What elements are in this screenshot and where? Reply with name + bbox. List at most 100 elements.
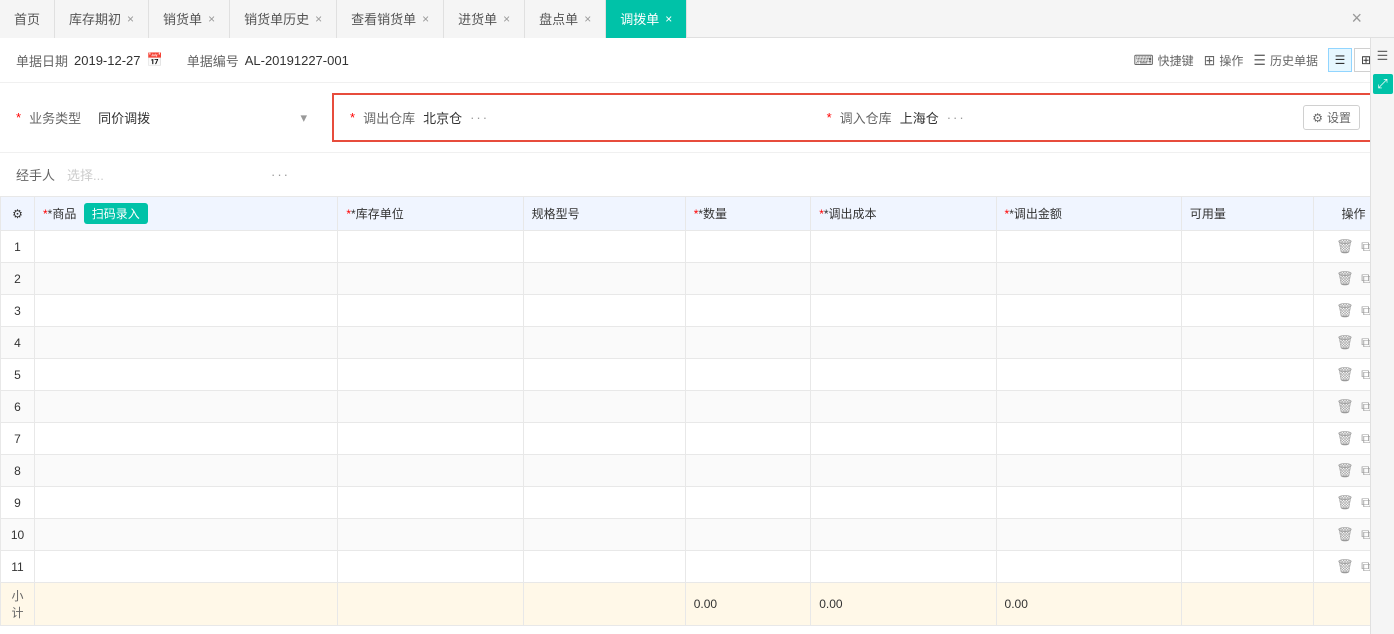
row-quantity[interactable]	[685, 551, 810, 583]
row-cost[interactable]	[811, 263, 996, 295]
delete-icon[interactable]: 🗑	[1336, 558, 1354, 574]
operation-btn[interactable]: ⊞ 操作	[1204, 52, 1244, 69]
row-available[interactable]	[1181, 263, 1313, 295]
delete-icon[interactable]: 🗑	[1336, 302, 1354, 318]
warehouse-in-more-btn[interactable]: ···	[947, 110, 966, 125]
row-amount[interactable]	[996, 263, 1181, 295]
scan-button[interactable]: 扫码录入	[84, 203, 148, 224]
row-available[interactable]	[1181, 487, 1313, 519]
row-unit[interactable]	[338, 423, 523, 455]
row-unit[interactable]	[338, 231, 523, 263]
col-gear-header[interactable]: ⚙	[1, 197, 35, 231]
warehouse-out-more-btn[interactable]: ···	[470, 110, 489, 125]
row-spec[interactable]	[523, 391, 685, 423]
row-quantity[interactable]	[685, 295, 810, 327]
sidebar-expand-icon[interactable]: ⤢	[1373, 74, 1393, 94]
row-cost[interactable]	[811, 359, 996, 391]
row-available[interactable]	[1181, 295, 1313, 327]
tab-sales-history[interactable]: 销货单历史 ×	[230, 0, 337, 38]
delete-icon[interactable]: 🗑	[1336, 334, 1354, 350]
row-available[interactable]	[1181, 455, 1313, 487]
row-available[interactable]	[1181, 359, 1313, 391]
tab-inventory-check-close[interactable]: ×	[584, 12, 591, 26]
row-amount[interactable]	[996, 455, 1181, 487]
row-available[interactable]	[1181, 423, 1313, 455]
row-amount[interactable]	[996, 327, 1181, 359]
row-quantity[interactable]	[685, 263, 810, 295]
row-spec[interactable]	[523, 295, 685, 327]
row-available[interactable]	[1181, 231, 1313, 263]
row-quantity[interactable]	[685, 359, 810, 391]
row-spec[interactable]	[523, 487, 685, 519]
row-quantity[interactable]	[685, 423, 810, 455]
row-cost[interactable]	[811, 423, 996, 455]
row-quantity[interactable]	[685, 519, 810, 551]
tab-view-sales[interactable]: 查看销货单 ×	[337, 0, 444, 38]
row-amount[interactable]	[996, 487, 1181, 519]
row-spec[interactable]	[523, 263, 685, 295]
handler-input[interactable]: 选择...	[63, 161, 263, 188]
delete-icon[interactable]: 🗑	[1336, 366, 1354, 382]
row-amount[interactable]	[996, 423, 1181, 455]
row-product[interactable]	[35, 519, 338, 551]
row-unit[interactable]	[338, 391, 523, 423]
row-cost[interactable]	[811, 327, 996, 359]
row-available[interactable]	[1181, 391, 1313, 423]
row-spec[interactable]	[523, 423, 685, 455]
row-product[interactable]	[35, 327, 338, 359]
row-cost[interactable]	[811, 391, 996, 423]
tab-sales-history-close[interactable]: ×	[315, 12, 322, 26]
row-spec[interactable]	[523, 551, 685, 583]
row-amount[interactable]	[996, 519, 1181, 551]
row-amount[interactable]	[996, 359, 1181, 391]
tab-transfer-order[interactable]: 调拨单 ×	[606, 0, 687, 38]
calendar-icon[interactable]: 📅	[147, 52, 163, 68]
row-unit[interactable]	[338, 519, 523, 551]
row-product[interactable]	[35, 231, 338, 263]
delete-icon[interactable]: 🗑	[1336, 238, 1354, 254]
row-amount[interactable]	[996, 295, 1181, 327]
delete-icon[interactable]: 🗑	[1336, 398, 1354, 414]
row-cost[interactable]	[811, 455, 996, 487]
delete-icon[interactable]: 🗑	[1336, 462, 1354, 478]
row-quantity[interactable]	[685, 327, 810, 359]
row-quantity[interactable]	[685, 487, 810, 519]
row-unit[interactable]	[338, 487, 523, 519]
row-product[interactable]	[35, 295, 338, 327]
row-quantity[interactable]	[685, 231, 810, 263]
row-product[interactable]	[35, 487, 338, 519]
tab-view-sales-close[interactable]: ×	[422, 12, 429, 26]
row-cost[interactable]	[811, 295, 996, 327]
delete-icon[interactable]: 🗑	[1336, 270, 1354, 286]
row-cost[interactable]	[811, 519, 996, 551]
row-unit[interactable]	[338, 295, 523, 327]
delete-icon[interactable]: 🗑	[1336, 526, 1354, 542]
row-product[interactable]	[35, 359, 338, 391]
row-cost[interactable]	[811, 551, 996, 583]
delete-icon[interactable]: 🗑	[1336, 494, 1354, 510]
tab-inventory-init[interactable]: 库存期初 ×	[55, 0, 149, 38]
tab-sales-order-close[interactable]: ×	[208, 12, 215, 26]
row-product[interactable]	[35, 551, 338, 583]
tab-inventory-check[interactable]: 盘点单 ×	[525, 0, 606, 38]
row-product[interactable]	[35, 263, 338, 295]
layout-btn-list[interactable]: ☰	[1328, 48, 1352, 72]
tab-sales-order[interactable]: 销货单 ×	[149, 0, 230, 38]
row-cost[interactable]	[811, 487, 996, 519]
tab-home[interactable]: 首页	[0, 0, 55, 38]
history-btn[interactable]: ☰ 历史单据	[1253, 52, 1318, 69]
row-cost[interactable]	[811, 231, 996, 263]
row-product[interactable]	[35, 455, 338, 487]
row-product[interactable]	[35, 423, 338, 455]
row-spec[interactable]	[523, 327, 685, 359]
row-spec[interactable]	[523, 455, 685, 487]
row-quantity[interactable]	[685, 455, 810, 487]
delete-icon[interactable]: 🗑	[1336, 430, 1354, 446]
sidebar-doc-icon[interactable]: ☰	[1373, 46, 1393, 66]
row-amount[interactable]	[996, 551, 1181, 583]
tab-purchase-order[interactable]: 进货单 ×	[444, 0, 525, 38]
row-unit[interactable]	[338, 455, 523, 487]
row-available[interactable]	[1181, 551, 1313, 583]
row-spec[interactable]	[523, 231, 685, 263]
row-unit[interactable]	[338, 327, 523, 359]
